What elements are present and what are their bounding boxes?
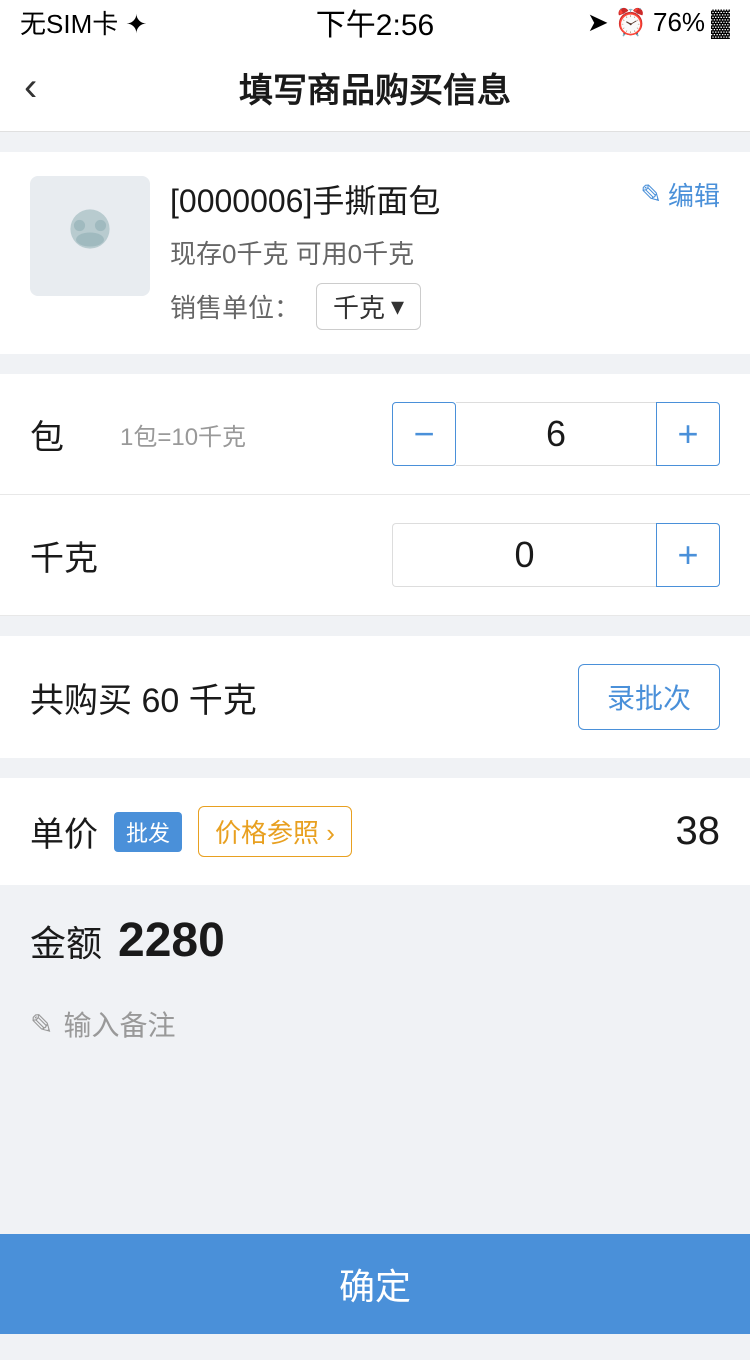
bao-plus-button[interactable]: + bbox=[656, 402, 720, 466]
input-section: 包 1包=10千克 − + 千克 + bbox=[0, 374, 750, 616]
price-section: 单价 批发 价格参照 › 38 bbox=[0, 778, 750, 885]
bao-quantity-input[interactable] bbox=[456, 402, 656, 466]
product-card: [0000006]手撕面包 现存0千克 可用0千克 销售单位： 千克 ▾ ✎ 编… bbox=[0, 152, 750, 354]
kg-quantity-input[interactable] bbox=[392, 523, 656, 587]
back-button[interactable]: ‹ bbox=[24, 65, 37, 110]
bao-sublabel: 1包=10千克 bbox=[120, 417, 392, 452]
battery-text: 76% bbox=[653, 7, 705, 38]
amount-label: 金额 bbox=[30, 915, 102, 967]
batch-button[interactable]: 录批次 bbox=[578, 664, 720, 730]
location-icon: ➤ bbox=[587, 7, 609, 38]
summary-text: 共购买 60 千克 bbox=[30, 673, 257, 722]
price-tag: 批发 bbox=[114, 812, 182, 852]
bao-label: 包 bbox=[30, 410, 110, 459]
bao-controls: − + bbox=[392, 402, 720, 466]
dropdown-icon: ▾ bbox=[391, 291, 404, 322]
product-unit-row: 销售单位： 千克 ▾ bbox=[170, 283, 720, 330]
unit-value: 千克 bbox=[333, 288, 385, 325]
kg-label: 千克 bbox=[30, 531, 110, 580]
edit-label: 编辑 bbox=[668, 176, 720, 213]
battery-area: ➤ ⏰ 76% ▓ bbox=[587, 7, 730, 38]
price-ref-button[interactable]: 价格参照 › bbox=[198, 806, 352, 857]
product-stock: 现存0千克 可用0千克 bbox=[170, 234, 720, 271]
product-image bbox=[30, 176, 150, 296]
carrier-text: 无SIM卡 ✦ bbox=[20, 4, 147, 41]
time-text: 下午2:56 bbox=[316, 0, 434, 44]
price-value: 38 bbox=[676, 809, 721, 854]
unit-label: 销售单位： bbox=[170, 288, 300, 325]
note-row[interactable]: ✎ 输入备注 bbox=[30, 988, 720, 1060]
battery-icon: ▓ bbox=[711, 7, 730, 38]
product-name: [0000006]手撕面包 bbox=[170, 176, 720, 222]
edit-icon: ✎ bbox=[640, 179, 662, 210]
nav-bar: ‹ 填写商品购买信息 bbox=[0, 44, 750, 132]
product-logo-icon bbox=[55, 201, 125, 271]
status-bar: 无SIM卡 ✦ 下午2:56 ➤ ⏰ 76% ▓ bbox=[0, 0, 750, 44]
amount-row: 金额 2280 bbox=[30, 913, 720, 968]
kg-controls: + bbox=[392, 523, 720, 587]
amount-value: 2280 bbox=[118, 913, 225, 968]
amount-section: 金额 2280 ✎ 输入备注 bbox=[0, 885, 750, 1060]
product-info: [0000006]手撕面包 现存0千克 可用0千克 销售单位： 千克 ▾ bbox=[170, 176, 720, 330]
bao-row: 包 1包=10千克 − + bbox=[0, 374, 750, 495]
note-placeholder: 输入备注 bbox=[63, 1004, 175, 1044]
edit-button[interactable]: ✎ 编辑 bbox=[640, 176, 720, 213]
kg-row: 千克 + bbox=[0, 495, 750, 616]
bao-minus-button[interactable]: − bbox=[392, 402, 456, 466]
kg-plus-button[interactable]: + bbox=[656, 523, 720, 587]
page-title: 填写商品购买信息 bbox=[239, 63, 511, 112]
confirm-button[interactable]: 确定 bbox=[0, 1234, 750, 1334]
price-row: 单价 批发 价格参照 › 38 bbox=[30, 806, 720, 857]
summary-section: 共购买 60 千克 录批次 bbox=[0, 636, 750, 758]
unit-select[interactable]: 千克 ▾ bbox=[316, 283, 421, 330]
alarm-icon: ⏰ bbox=[615, 7, 647, 38]
price-label: 单价 bbox=[30, 807, 98, 856]
pencil-icon: ✎ bbox=[30, 1008, 53, 1041]
